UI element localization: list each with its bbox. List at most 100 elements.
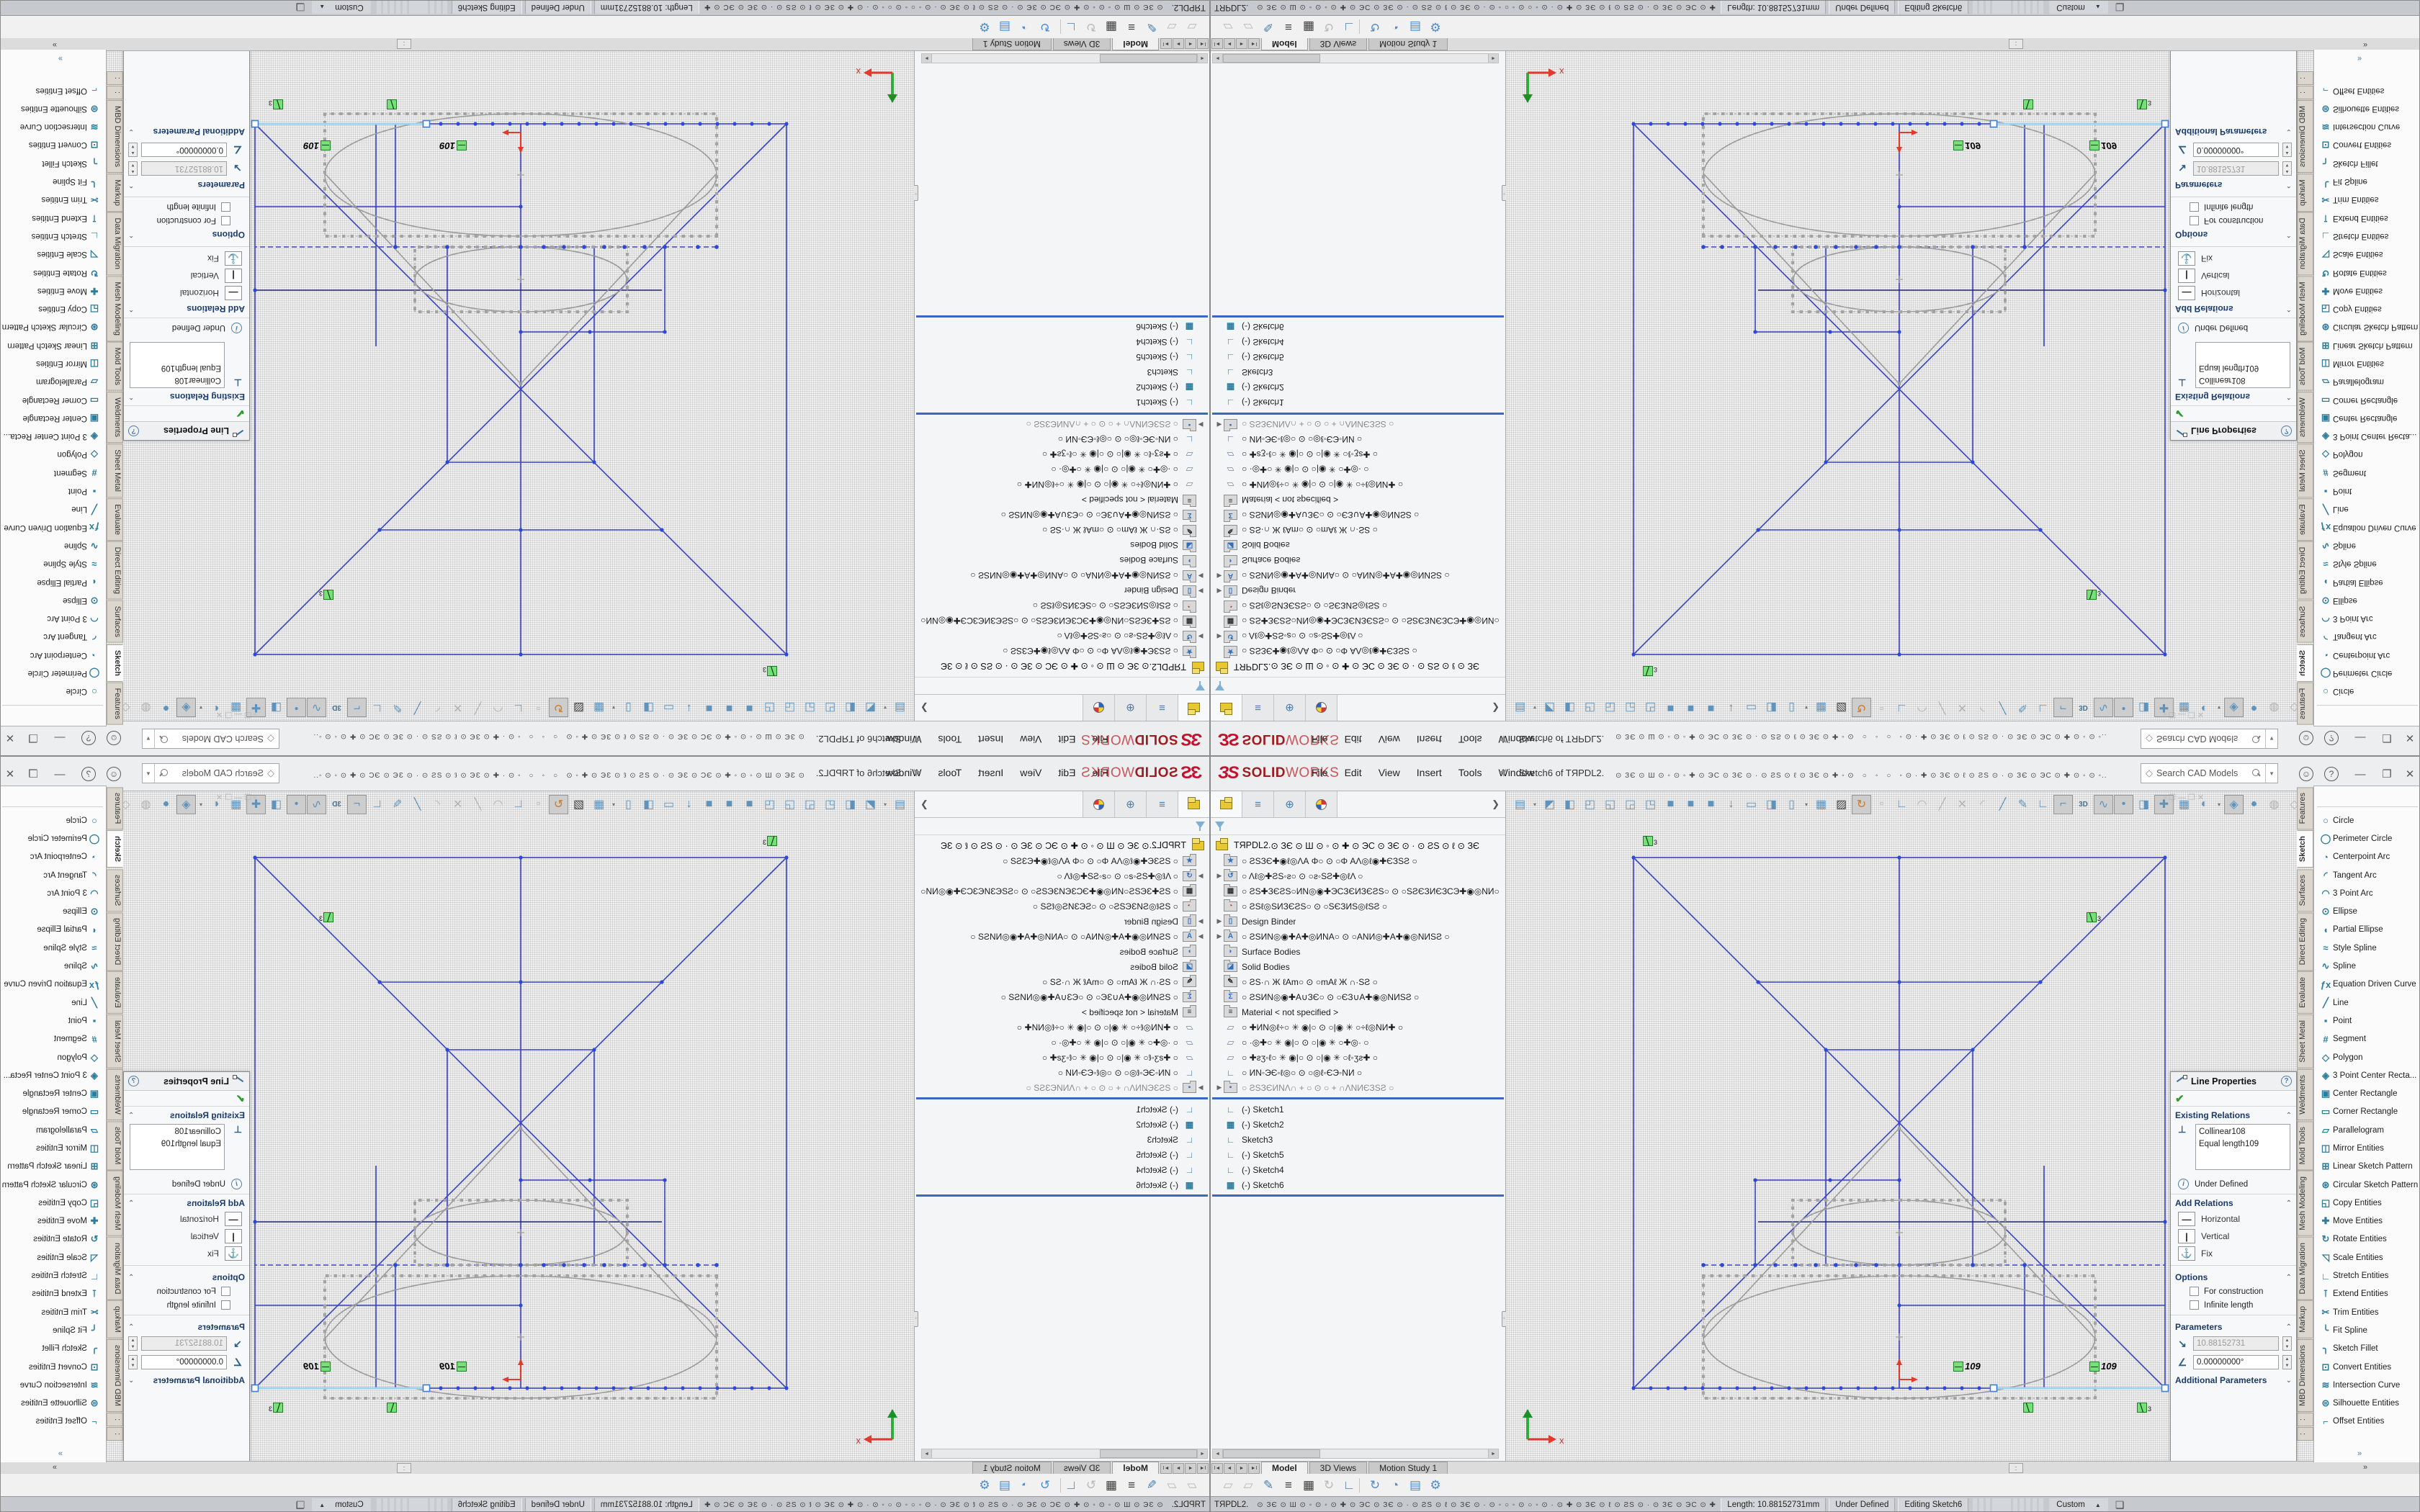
tool-button[interactable]: ⊡ Convert Entities [0,136,106,154]
tab-featuremanager[interactable] [1178,695,1209,721]
search-input[interactable]: Search CAD Models [2156,768,2252,778]
tree-item[interactable]: ▦ ○ ƧS✚ЗЄƧS○ИN◎◉✚ЭСЗЄИЗЄƧS○ ⊙ ○SƧЄЗИЄЗСЭ… [915,883,1209,899]
tool-button[interactable]: ◇ Polygon [2314,1048,2420,1066]
tool-button[interactable]: ◖ Partial Ellipse [2314,921,2420,939]
close-button[interactable]: ✕ [1,729,19,747]
tree-item[interactable]: ▱ ○ ·◎✚○ ✳ ◉|○ ⊙ ○|◉ ✳ ○✚◎· ○ [1211,462,1505,477]
tree-item[interactable]: ▱ ○ ✚ИN◎ℓ÷○ ✳ ◉|○ ⊙ ○|◉ ✳ ○÷ℓ◎NИ✚ ○ [1211,1020,1505,1035]
tool-button[interactable]: ▱ Parallelogram [0,1121,106,1139]
rollback-bar[interactable] [916,413,1208,415]
relation-badge[interactable]: ╱3 [269,1403,283,1413]
tool-button[interactable]: ⊺ Extend Entities [2314,1285,2420,1303]
tool-button[interactable]: ⊙ Ellipse [0,591,106,609]
minimize-button[interactable]: — [2351,765,2370,783]
bottom-toolbar-icon[interactable]: ∟ [1339,1476,1359,1495]
tool-button[interactable]: ▪ Point [0,482,106,500]
tree-item[interactable]: ▶ A ○ ƧSИN◎◉✚А✚◎ИNА○ ⊙ ○АNИ◎✚А✚◉◎NИSƧ ○ [1211,929,1505,944]
length-field[interactable]: 10.88152731 [141,161,227,176]
tool-button[interactable]: ⊞ Linear Sketch Pattern [0,336,106,354]
help-icon[interactable]: ? [2281,426,2292,436]
tool-button[interactable]: ƒx Equation Driven Curve [2314,976,2420,994]
tool-button[interactable]: ◹ Scale Entities [2314,1248,2420,1266]
tool-button[interactable]: ▱ Parallelogram [2314,1121,2420,1139]
expand-arrow-icon[interactable]: ▶ [1215,872,1224,880]
commandmanager-tab[interactable]: Evaluate [2297,971,2313,1014]
commandmanager-tab[interactable]: : [2297,86,2313,99]
tree-item[interactable]: Σ ○ ƧSИN◎◉✚А∪ЗЄ○ ⊙ ○ЄЗ∪А✚◉◎NИSƧ ○ [915,989,1209,1004]
tool-button[interactable]: ◹ Scale Entities [2314,246,2420,264]
option-for-construction[interactable]: For construction [124,214,249,228]
tree-filter-row[interactable] [1211,819,1505,835]
tree-item[interactable]: ▱ ○ ✚ƨʒ◦ℓ○ ✳ ◉|○ ⊙ ○|◉ ✳ ○ℓ◦ʒƨ✚ ○ [915,1050,1209,1065]
tool-button[interactable]: # Segment [2314,1030,2420,1048]
bottom-toolbar-icon[interactable]: ≡ [1278,18,1299,37]
tree-sketch-item[interactable]: ∟ Sketch3 [915,365,1209,380]
tool-button[interactable]: ○ Circle [0,811,106,829]
bottom-toolbar-icon[interactable] [1359,1478,1365,1493]
bottom-toolbar-icon[interactable]: ▱ [1182,1476,1202,1495]
relation-badge[interactable]: ╱3 [2087,590,2101,600]
add-relation-vertical[interactable]: |Vertical [2171,267,2296,284]
bottom-toolbar-icon[interactable]: ▱ [1162,18,1182,37]
bottom-toolbar-icon[interactable]: ↻ [1035,1476,1055,1495]
spinner[interactable]: ▲▼ [2282,1355,2292,1369]
tool-button[interactable]: ∿ Spline [2314,957,2420,975]
tree-horizontal-scrollbar[interactable]: ◄ ► [1212,53,1499,63]
bottom-toolbar-icon[interactable]: ✎ [1258,1476,1278,1495]
user-account-icon[interactable]: ☺ [104,765,123,783]
bottom-toolbar-icon[interactable]: ◔ [1385,1476,1405,1495]
add-relation-vertical[interactable]: |Vertical [124,267,249,284]
quick-access-toolbar-glyphs[interactable]: ⊙ ЗЄ ⊙ Ш ⊙ ◦ ⊙ ◦ ✚ ⊙ ЭС ⊙ ЗЄ ⊙ · ⊙ ƧS ⊙ … [1615,769,2124,780]
tree-item[interactable]: ★ ○ ƧSЗЄ✚◉ℓ◎ΛА Φ○ ⊙ ○Φ АΛ◎ℓ◉✚ЄЗSƧ ○ [915,853,1209,868]
menu-item[interactable]: Insert [1417,767,1442,778]
commandmanager-tab[interactable]: : [107,1413,123,1426]
toolbar-grip[interactable]: : [2009,1463,2023,1473]
tree-item[interactable]: ★ ○ ƧSЗЄ✚◉ℓ◎ΛА Φ○ ⊙ ○Φ АΛ◎ℓ◉✚ЄЗSƧ ○ [915,644,1209,659]
expand-arrow-icon[interactable]: ▶ [1215,587,1224,595]
bottom-toolbar-icon[interactable]: ✎ [1142,18,1162,37]
tool-button[interactable]: ◔ Centerpoint Arc [2314,848,2420,866]
scroll-right-icon[interactable]: ► [1488,54,1498,63]
add-relation-vertical[interactable]: |Vertical [124,1228,249,1245]
tool-button[interactable]: ◱ Copy Entities [2314,300,2420,318]
section-parameters[interactable]: Parameters⌃ [2171,178,2296,194]
tool-button[interactable]: ⊛ Circular Sketch Pattern [0,318,106,336]
view-tab[interactable]: Model [1261,38,1308,50]
section-parameters[interactable]: Parameters⌃ [124,1318,249,1334]
relation-badge[interactable]: ╱ [387,1403,397,1413]
scroll-thumb[interactable] [1223,54,1320,63]
relation-badge[interactable]: ╱ [387,99,397,109]
tab-displaymanager[interactable] [1083,695,1114,721]
tool-button[interactable]: ⊜ Silhouette Entities [0,1395,106,1413]
search-input[interactable]: Search CAD Models [168,768,264,778]
search-icon[interactable] [159,769,168,778]
graphics-area[interactable]: ▤▾◩◧◰◱◲◳■■■↓▭◨▯▾▦▨↻▫∟◠╱✕◜╱✎∟⌐3D∿•◨✚▦◐▾◈●… [1506,51,2418,721]
option-for-construction[interactable]: For construction [2171,214,2296,228]
status-custom-selector[interactable]: Custom▲ [2049,1,2108,14]
more-tools-icon[interactable]: » [58,1449,63,1458]
commandmanager-tab[interactable]: : [2297,71,2313,85]
view-tab[interactable]: 3D Views [1053,1462,1111,1474]
tool-button[interactable]: # Segment [0,464,106,482]
section-existing-relations[interactable]: Existing Relations⌃ [124,1107,249,1122]
tree-item[interactable]: ▶ ▪ ○ ƧSЗЄИNΛ∩ + ○ ⊙ ○ + ∩ΛNИЄЗSƧ ○ [1211,1080,1505,1095]
scroll-left-icon[interactable]: ◄ [1213,54,1223,63]
bottom-toolbar-icon[interactable]: ↻ [1365,18,1385,37]
add-relation-horizontal[interactable]: —Horizontal [124,1210,249,1228]
section-existing-relations[interactable]: Existing Relations⌃ [2171,390,2296,405]
commandmanager-tab[interactable]: Markup [2297,1300,2313,1338]
sketch-sheet-icon[interactable]: ❏ [2115,1499,2125,1511]
collapse-icon[interactable]: ⌃ [2286,393,2292,401]
expand-arrow-icon[interactable]: ▶ [1196,632,1205,640]
menu-item[interactable]: File [1092,767,1108,778]
commandmanager-tab[interactable]: Surfaces [107,869,123,912]
dimension-label[interactable]: —109 [439,1361,467,1372]
tool-button[interactable]: ∟ Stretch Entities [2314,227,2420,245]
spinner[interactable]: ▲▼ [2282,1336,2292,1351]
tree-item[interactable]: ▱ ○ ✚ƨʒ◦ℓ○ ✳ ◉|○ ⊙ ○|◉ ✳ ○ℓ◦ʒƨ✚ ○ [915,447,1209,462]
menu-item[interactable]: View [1020,767,1041,778]
tree-item[interactable]: ✎ ○ ƧS·∩ Ж ℓАm○ ⊙ ○mАℓ Ж ∩·SƧ ○ [1211,523,1505,538]
relation-item[interactable]: Equal length109 [133,361,221,374]
tree-item[interactable]: ∟ ○ ИN◦ЭЄ◦ℓ◎○ ⊙ ○◎ℓ◦ЄЭ◦NИ ○ [915,1065,1209,1080]
tab-featuremanager[interactable] [1178,791,1209,817]
